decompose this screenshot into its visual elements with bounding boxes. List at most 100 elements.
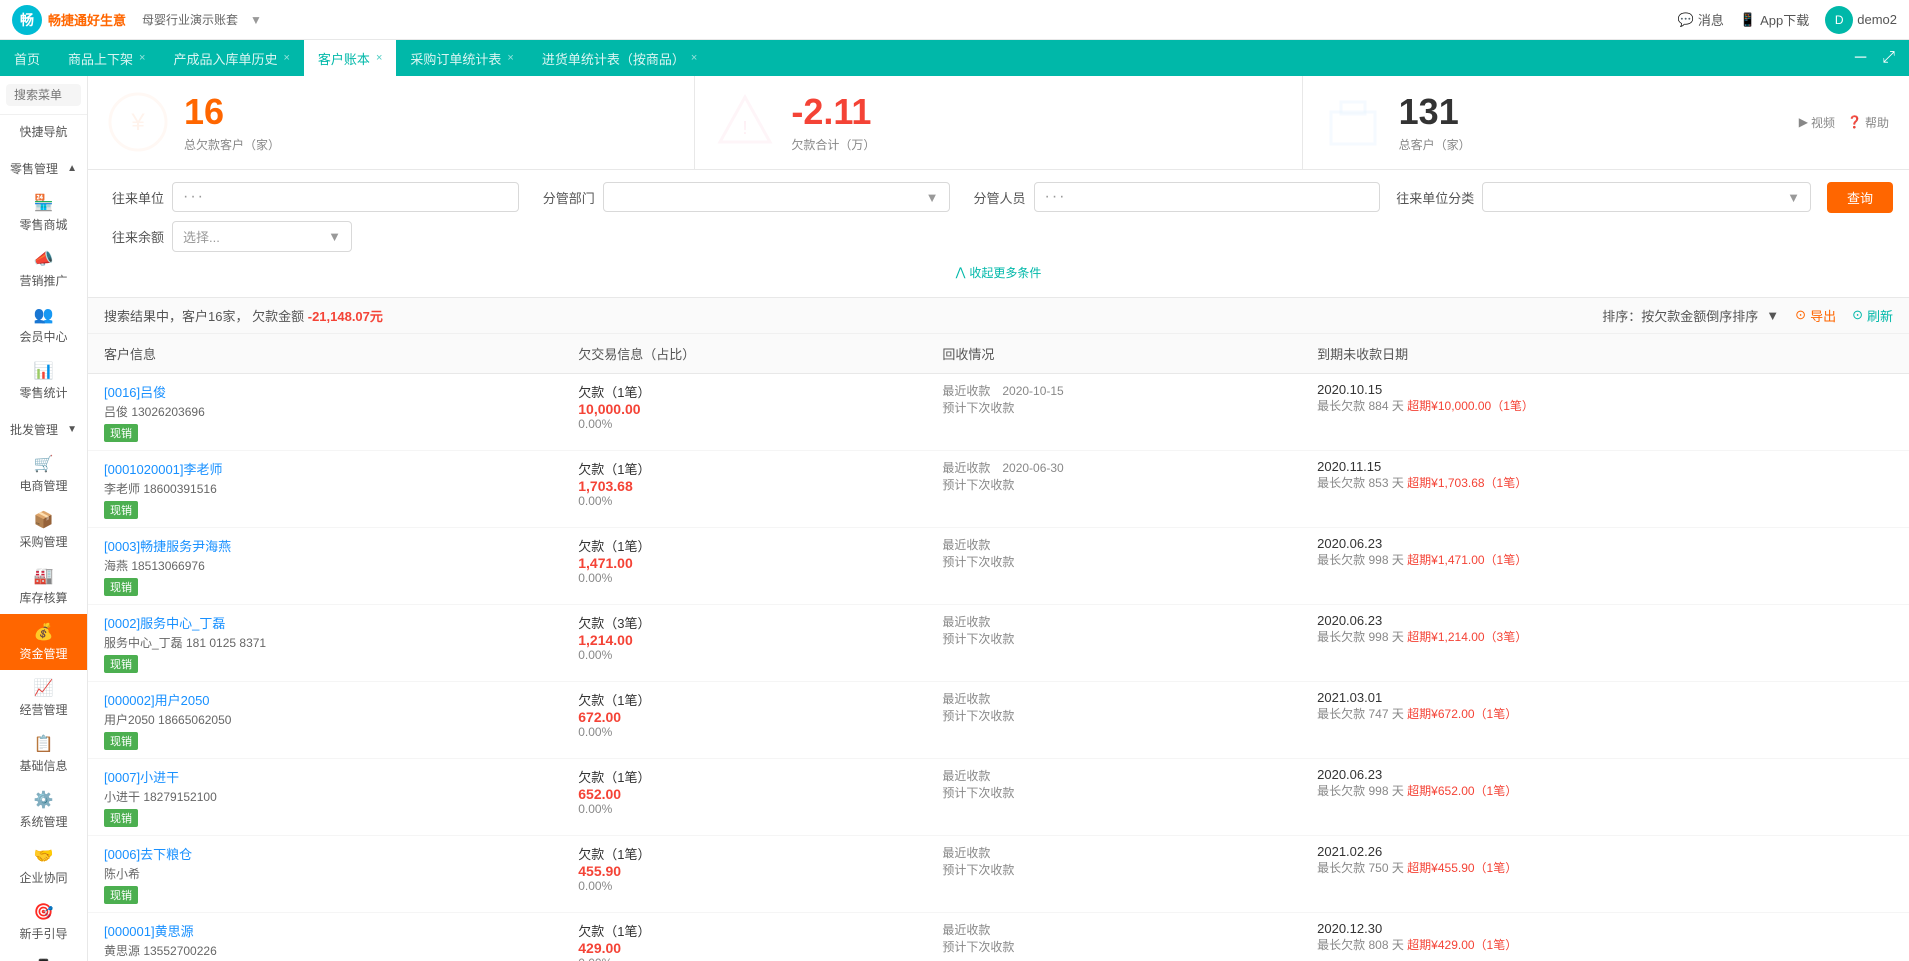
sort-select[interactable]: 排序：按欠款金额倒序排序 ▼ xyxy=(1602,306,1779,325)
overdue-link[interactable]: 超期¥1,471.00（1笔） xyxy=(1407,553,1527,567)
overdue-link[interactable]: 超期¥652.00（1笔） xyxy=(1407,784,1517,798)
debt-amount[interactable]: 455.90 xyxy=(578,863,910,879)
help-action[interactable]: ❓ 帮助 xyxy=(1847,114,1889,131)
debt-ratio: 0.00% xyxy=(578,417,910,431)
overdue-link[interactable]: 超期¥1,703.68（1笔） xyxy=(1407,476,1527,490)
purchase-icon: 📦 xyxy=(34,510,54,530)
debt-amount[interactable]: 1,471.00 xyxy=(578,555,910,571)
customer-name-link[interactable]: [0007]小进干 xyxy=(104,767,546,786)
sidebar-item-app-center[interactable]: 📱 应用中心 xyxy=(0,950,87,961)
customer-name-link[interactable]: [000002]用户2050 xyxy=(104,690,546,709)
customer-sub-info: 李老师 18600391516 xyxy=(104,480,546,497)
sidebar-item-purchase[interactable]: 📦 采购管理 xyxy=(0,502,87,558)
sidebar-item-operations[interactable]: 📈 经营管理 xyxy=(0,670,87,726)
due-date-cell: 2020.06.23 最长欠款 998 天 超期¥652.00（1笔） xyxy=(1301,758,1909,835)
content-area: ¥ 16 总欠款客户（家） ! xyxy=(88,76,1909,961)
overdue-link[interactable]: 超期¥455.90（1笔） xyxy=(1407,861,1517,875)
nav-right: ─ ⤢ xyxy=(1849,47,1909,69)
debt-amount[interactable]: 1,214.00 xyxy=(578,632,910,648)
sidebar-item-member[interactable]: 👥 会员中心 xyxy=(0,297,87,353)
debt-amount[interactable]: 429.00 xyxy=(578,940,910,956)
sort-arrow-icon: ▼ xyxy=(1766,308,1779,323)
customer-name-link[interactable]: [0001020001]李老师 xyxy=(104,459,546,478)
export-button[interactable]: ⊙ 导出 xyxy=(1795,306,1836,325)
sidebar-item-retail-stats[interactable]: 📊 零售统计 xyxy=(0,353,87,409)
table-amount-value: -21,148.07元 xyxy=(308,309,383,324)
dropdown-arrow[interactable]: ▼ xyxy=(250,13,262,27)
customer-sub-info: 黄思源 13552700226 xyxy=(104,942,546,959)
message-button[interactable]: 💬 消息 xyxy=(1678,10,1724,29)
sidebar-item-marketing[interactable]: 📣 营销推广 xyxy=(0,241,87,297)
customer-name-link[interactable]: [0006]去下粮仓 xyxy=(104,844,546,863)
refresh-button[interactable]: ⊙ 刷新 xyxy=(1852,306,1893,325)
sidebar-item-retail-mall[interactable]: 🏪 零售商城 xyxy=(0,185,87,241)
tab-customer-account[interactable]: 客户账本 × xyxy=(304,40,396,76)
remaining-arrow-icon: ▼ xyxy=(328,229,341,244)
query-button[interactable]: 查询 xyxy=(1827,182,1893,213)
table-row: [000001]黄思源 黄思源 13552700226 现销 欠款（1笔） 42… xyxy=(88,912,1909,961)
recovery-cell: 最近收款 2020-06-30 预计下次收款 xyxy=(926,450,1301,527)
sidebar-operations-label: 经营管理 xyxy=(19,701,67,718)
nav-minimize-icon[interactable]: ─ xyxy=(1849,47,1872,69)
video-action[interactable]: ▶ 视频 xyxy=(1799,114,1835,131)
customer-name-link[interactable]: [0002]服务中心_丁磊 xyxy=(104,613,546,632)
customer-name-link[interactable]: [0003]畅捷服务尹海燕 xyxy=(104,536,546,555)
tab-close-customer-account[interactable]: × xyxy=(376,52,382,64)
unit-category-select[interactable]: ▼ xyxy=(1482,182,1811,212)
sidebar-item-retail[interactable]: 零售管理 ▲ xyxy=(0,152,87,185)
overdue-link[interactable]: 超期¥10,000.00（1笔） xyxy=(1407,399,1534,413)
tab-home[interactable]: 首页 xyxy=(0,40,54,76)
customer-info-cell: [0006]去下粮仓 陈小希 现销 xyxy=(88,835,562,912)
debt-amount[interactable]: 1,703.68 xyxy=(578,478,910,494)
tab-produce-history[interactable]: 产成品入库单历史 × xyxy=(159,40,303,76)
tab-product-off[interactable]: 商品上下架 × xyxy=(54,40,159,76)
warehouse-icon: 🏭 xyxy=(34,566,54,586)
tab-purchase-order[interactable]: 采购订单统计表 × xyxy=(396,40,527,76)
sidebar-newbie-label: 新手引导 xyxy=(19,925,67,942)
user-avatar[interactable]: D demo2 xyxy=(1825,6,1897,34)
refresh-icon: ⊙ xyxy=(1852,307,1863,323)
sidebar-system-label: 系统管理 xyxy=(19,813,67,830)
sidebar-item-quick-nav[interactable]: 快捷导航 xyxy=(0,115,87,148)
collapse-bar[interactable]: ⋀ 收起更多条件 xyxy=(104,260,1893,285)
debt-info-cell: 欠款（3笔） 1,214.00 0.00% xyxy=(562,604,926,681)
stat-info-owed-customers: 16 总欠款客户（家） xyxy=(184,92,280,153)
dept-select[interactable]: ▼ xyxy=(603,182,950,212)
system-icon: ⚙️ xyxy=(34,790,54,810)
source-unit-input[interactable]: ··· xyxy=(172,182,519,212)
debt-amount[interactable]: 652.00 xyxy=(578,786,910,802)
debt-ratio: 0.00% xyxy=(578,494,910,508)
sidebar-item-warehouse[interactable]: 🏭 库存核算 xyxy=(0,558,87,614)
search-input[interactable] xyxy=(6,84,81,106)
sidebar-item-batch[interactable]: 批发管理 ▼ xyxy=(0,413,87,446)
sidebar-item-ecommerce[interactable]: 🛒 电商管理 xyxy=(0,446,87,502)
stat-card-total-customers: 131 总客户（家） ▶ 视频 ❓ 帮助 xyxy=(1303,76,1909,169)
customer-tag: 现销 xyxy=(104,809,138,827)
overdue-link[interactable]: 超期¥429.00（1笔） xyxy=(1407,938,1517,952)
sidebar-item-system[interactable]: ⚙️ 系统管理 xyxy=(0,782,87,838)
sidebar-item-newbie[interactable]: 🎯 新手引导 xyxy=(0,894,87,950)
overdue-link[interactable]: 超期¥672.00（1笔） xyxy=(1407,707,1517,721)
nav-maximize-icon[interactable]: ⤢ xyxy=(1876,47,1901,69)
customer-name-link[interactable]: [0016]吕俊 xyxy=(104,382,546,401)
remaining-select[interactable]: 选择... ▼ xyxy=(172,221,352,252)
sidebar-item-finance[interactable]: 💰 资金管理 xyxy=(0,614,87,670)
debt-amount[interactable]: 672.00 xyxy=(578,709,910,725)
sidebar-item-basic[interactable]: 📋 基础信息 xyxy=(0,726,87,782)
sidebar-item-enterprise-collab[interactable]: 🤝 企业协同 xyxy=(0,838,87,894)
app-download-button[interactable]: 📱 App下载 xyxy=(1740,10,1809,29)
filter-person-label: 分管人员 xyxy=(966,188,1026,207)
tab-purchase-stats[interactable]: 进货单统计表（按商品） × xyxy=(528,40,711,76)
debt-amount[interactable]: 10,000.00 xyxy=(578,401,910,417)
person-input[interactable]: ··· xyxy=(1034,182,1381,212)
customer-info-cell: [0007]小进干 小进干 18279152100 现销 xyxy=(88,758,562,835)
customer-tag: 现销 xyxy=(104,501,138,519)
tab-close-purchase-stats[interactable]: × xyxy=(691,52,697,64)
customer-name-link[interactable]: [000001]黄思源 xyxy=(104,921,546,940)
predict-label: 预计下次收款 xyxy=(942,553,1285,570)
overdue-link[interactable]: 超期¥1,214.00（3笔） xyxy=(1407,630,1527,644)
tab-close-product-off[interactable]: × xyxy=(139,52,145,64)
tab-close-produce-history[interactable]: × xyxy=(283,52,289,64)
retail-mall-icon: 🏪 xyxy=(34,193,54,213)
tab-close-purchase-order[interactable]: × xyxy=(507,52,513,64)
